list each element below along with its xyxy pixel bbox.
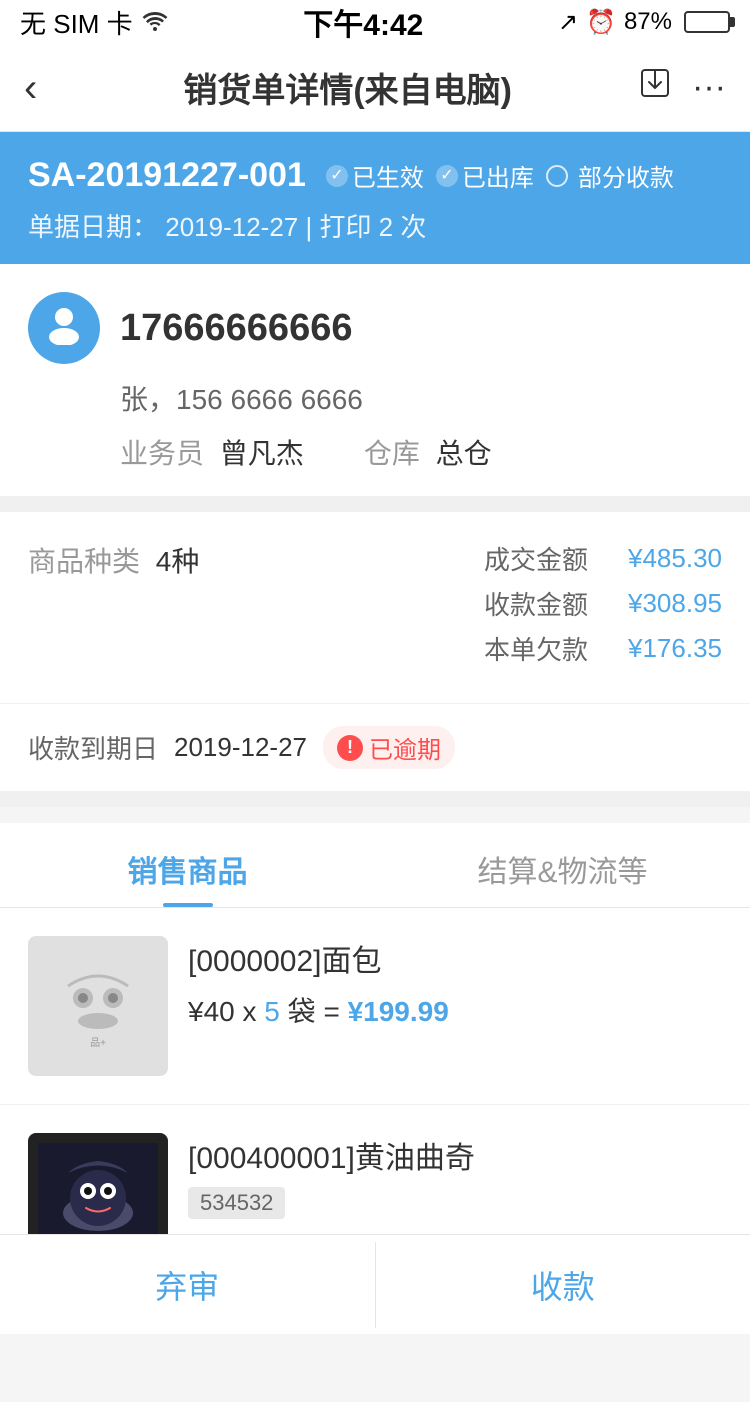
customer-name: 张，156 6666 6666 (28, 378, 722, 418)
debt-value: ¥176.35 (628, 633, 722, 664)
order-date-row: 单据日期： 2019-12-27 | 打印 2 次 (28, 207, 722, 244)
more-icon[interactable]: ··· (692, 68, 726, 107)
badge-partial: 部分收款 (546, 158, 674, 193)
divider-1 (0, 496, 750, 512)
category-value: 4种 (156, 546, 200, 577)
deal-amount-label: 成交金额 (484, 540, 588, 577)
divider-2 (0, 791, 750, 807)
check-icon-shipped: ✓ (436, 165, 458, 187)
tab-settlement[interactable]: 结算&物流等 (375, 823, 750, 907)
avatar (28, 292, 100, 364)
due-section: 收款到期日 2019-12-27 ! 已逾期 (0, 703, 750, 791)
due-date-value: 2019-12-27 (174, 732, 307, 763)
tab-active-indicator (163, 903, 213, 907)
clock-icon (546, 165, 568, 187)
product-name-2: [000400001]黄油曲奇 (188, 1133, 722, 1177)
badge-active: ✓ 已生效 (326, 158, 424, 193)
product-price-row-1: ¥40 x 5 袋 = ¥199.99 (188, 990, 722, 1030)
overdue-badge: ! 已逾期 (323, 726, 455, 769)
order-header: SA-20191227-001 ✓ 已生效 ✓ 已出库 部分收款 单据日期： 2… (0, 132, 750, 264)
warehouse-value: 总仓 (436, 438, 492, 469)
location-icon: ↗ (558, 8, 578, 37)
stats-right: 成交金额 ¥485.30 收款金额 ¥308.95 本单欠款 ¥176.35 (484, 540, 722, 675)
status-right: ↗ ⏰ 87% (558, 8, 730, 37)
tab-sales-products[interactable]: 销售商品 (0, 823, 375, 907)
product-image-1: 品+ (28, 936, 168, 1076)
back-button[interactable]: ‹ (24, 68, 57, 108)
customer-phone: 17666666666 (120, 307, 352, 350)
status-bar: 无 SIM 卡 下午4:42 ↗ ⏰ 87% (0, 0, 750, 44)
bottom-bar: 弃审 收款 (0, 1234, 750, 1334)
badge-shipped: ✓ 已出库 (436, 158, 534, 193)
status-left: 无 SIM 卡 (20, 4, 169, 41)
receipt-amount-value: ¥308.95 (628, 588, 722, 619)
check-icon-active: ✓ (326, 165, 348, 187)
overdue-text: 已逾期 (369, 730, 441, 765)
deal-amount-value: ¥485.30 (628, 543, 722, 574)
warehouse-field: 仓库 总仓 (364, 432, 492, 472)
battery-label: 87% (624, 8, 672, 36)
debt-row: 本单欠款 ¥176.35 (484, 630, 722, 667)
receipt-amount-row: 收款金额 ¥308.95 (484, 585, 722, 622)
tab-settlement-label: 结算&物流等 (477, 856, 647, 889)
tabs-row: 销售商品 结算&物流等 (0, 823, 750, 907)
product-image-placeholder-1: 品+ (28, 936, 168, 1076)
wifi-icon (141, 7, 169, 38)
stats-row: 商品种类 4种 成交金额 ¥485.30 收款金额 ¥308.95 本单欠款 ¥… (28, 540, 722, 675)
product-unit-1: 袋 (288, 996, 316, 1027)
table-row: 品+ [0000002]面包 ¥40 x 5 袋 = ¥199.99 (0, 908, 750, 1105)
overdue-icon: ! (337, 735, 363, 761)
product-tag-2: 534532 (188, 1187, 285, 1219)
order-date-label: 单据日期： (28, 212, 158, 242)
carrier-label: 无 SIM 卡 (20, 4, 133, 41)
tab-sales-label: 销售商品 (128, 856, 248, 889)
order-date-value: 2019-12-27 (165, 212, 298, 242)
nav-actions: ··· (638, 66, 726, 109)
order-id: SA-20191227-001 (28, 156, 306, 195)
customer-row: 17666666666 (28, 292, 722, 364)
order-id-row: SA-20191227-001 ✓ 已生效 ✓ 已出库 部分收款 (28, 156, 722, 195)
salesperson-field: 业务员 曾凡杰 (120, 432, 304, 472)
receipt-amount-label: 收款金额 (484, 585, 588, 622)
customer-meta: 业务员 曾凡杰 仓库 总仓 (28, 432, 722, 472)
category-label: 商品种类 (28, 546, 140, 577)
page-title: 销货单详情(来自电脑) (57, 63, 638, 112)
product-total-1: ¥199.99 (348, 996, 449, 1027)
cancel-button[interactable]: 弃审 (0, 1242, 376, 1328)
product-name-1: [0000002]面包 (188, 936, 722, 980)
deal-amount-row: 成交金额 ¥485.30 (484, 540, 722, 577)
nav-bar: ‹ 销货单详情(来自电脑) ··· (0, 44, 750, 132)
time-label: 下午4:42 (303, 0, 423, 44)
product-qty-1: 5 (264, 996, 280, 1027)
product-info-1: [0000002]面包 ¥40 x 5 袋 = ¥199.99 (188, 936, 722, 1030)
svg-text:品+: 品+ (90, 1037, 106, 1049)
salesperson-value: 曾凡杰 (220, 438, 304, 469)
share-icon[interactable] (638, 66, 672, 109)
stats-left: 商品种类 4种 (28, 540, 199, 580)
product-price-1: ¥40 (188, 996, 235, 1027)
order-status-badges: ✓ 已生效 ✓ 已出库 部分收款 (326, 158, 674, 193)
customer-section: 17666666666 张，156 6666 6666 业务员 曾凡杰 仓库 总… (0, 264, 750, 496)
alarm-icon: ⏰ (586, 8, 616, 37)
battery-icon (684, 11, 730, 33)
order-print-info: | 打印 2 次 (305, 212, 426, 242)
person-icon (42, 301, 86, 355)
tabs-container: 销售商品 结算&物流等 (0, 823, 750, 908)
due-date-label: 收款到期日 (28, 729, 158, 766)
debt-label: 本单欠款 (484, 630, 588, 667)
warehouse-label: 仓库 (364, 438, 420, 469)
confirm-button[interactable]: 收款 (376, 1242, 750, 1328)
salesperson-label: 业务员 (120, 438, 204, 469)
stats-section: 商品种类 4种 成交金额 ¥485.30 收款金额 ¥308.95 本单欠款 ¥… (0, 512, 750, 703)
